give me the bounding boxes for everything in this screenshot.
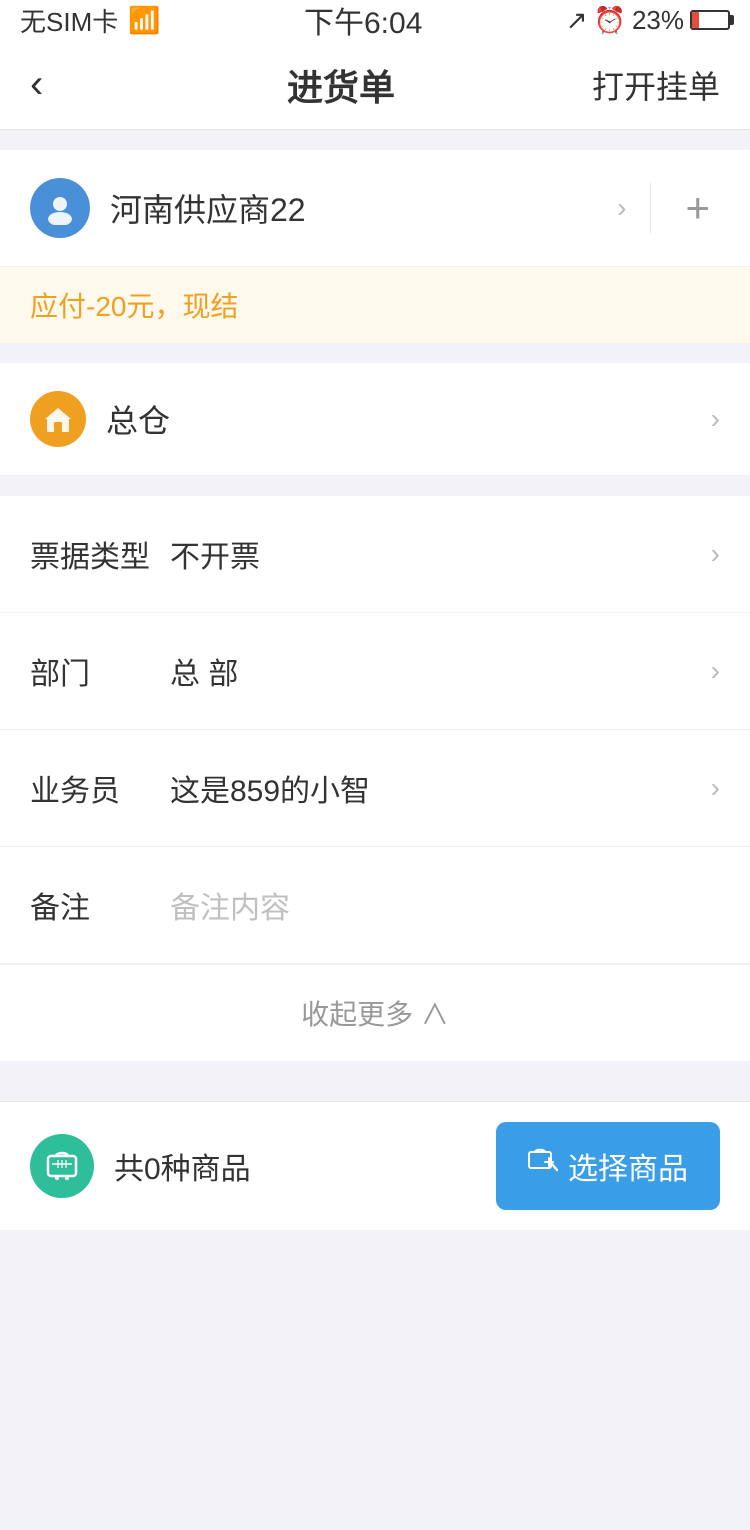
warehouse-row[interactable]: 总仓 ›: [0, 363, 750, 476]
add-supplier-button[interactable]: +: [675, 184, 720, 232]
department-row[interactable]: 部门 总 部 ›: [0, 613, 750, 730]
nav-bar: ‹ 进货单 打开挂单: [0, 40, 750, 130]
warehouse-label: 总仓: [106, 396, 711, 442]
supplier-card: 河南供应商22 › + 应付-20元，现结: [0, 150, 750, 343]
select-product-button[interactable]: 选择商品: [496, 1122, 720, 1210]
carrier-label: 无SIM卡: [20, 2, 118, 39]
wifi-icon: 📶: [128, 5, 160, 36]
notice-text: 应付-20元，现结: [30, 291, 238, 322]
supplier-name: 河南供应商22: [110, 185, 617, 231]
invoice-type-row[interactable]: 票据类型 不开票 ›: [0, 496, 750, 613]
invoice-type-value: 不开票: [170, 532, 701, 576]
bottom-bar: 共0种商品 选择商品: [0, 1101, 750, 1230]
remark-value: 备注内容: [170, 883, 720, 927]
select-product-label: 选择商品: [568, 1144, 688, 1188]
status-left: 无SIM卡 📶: [20, 2, 161, 39]
background-fill: [0, 1230, 750, 1530]
battery-label: 23%: [632, 5, 684, 36]
warehouse-chevron-icon: ›: [711, 403, 720, 435]
salesperson-row[interactable]: 业务员 这是859的小智 ›: [0, 730, 750, 847]
cart-icon: [30, 1134, 94, 1198]
alarm-icon: ⏰: [594, 5, 626, 36]
collapse-button[interactable]: 收起更多 ∧: [0, 964, 750, 1061]
section-gap-2: [0, 343, 750, 363]
warehouse-icon: [30, 391, 86, 447]
time-label: 下午6:04: [304, 0, 422, 42]
notice-bar: 应付-20元，现结: [0, 267, 750, 343]
avatar: [30, 178, 90, 238]
invoice-type-chevron-icon: ›: [711, 538, 720, 570]
open-pending-button[interactable]: 打开挂单: [592, 62, 720, 108]
salesperson-value: 这是859的小智: [170, 766, 701, 810]
warehouse-card: 总仓 ›: [0, 363, 750, 476]
chevron-right-icon: ›: [617, 192, 626, 224]
invoice-type-key: 票据类型: [30, 532, 170, 576]
status-right: ↗ ⏰ 23%: [566, 5, 730, 36]
form-card: 票据类型 不开票 › 部门 总 部 › 业务员 这是859的小智 › 备注 备注…: [0, 496, 750, 1061]
page-title: 进货单: [287, 59, 395, 111]
status-bar: 无SIM卡 📶 下午6:04 ↗ ⏰ 23%: [0, 0, 750, 40]
supplier-row[interactable]: 河南供应商22 › +: [0, 150, 750, 267]
select-product-icon: [528, 1148, 558, 1184]
divider: [650, 183, 651, 233]
item-count-label: 共0种商品: [114, 1144, 496, 1188]
section-gap-3: [0, 476, 750, 496]
department-key: 部门: [30, 649, 170, 693]
location-icon: ↗: [566, 5, 588, 36]
section-gap-1: [0, 130, 750, 150]
salesperson-key: 业务员: [30, 766, 170, 810]
remark-row[interactable]: 备注 备注内容: [0, 847, 750, 964]
section-gap-4: [0, 1061, 750, 1081]
remark-key: 备注: [30, 883, 170, 927]
department-value: 总 部: [170, 649, 701, 693]
salesperson-chevron-icon: ›: [711, 772, 720, 804]
collapse-label: 收起更多 ∧: [301, 999, 449, 1030]
battery-icon: [690, 10, 730, 30]
department-chevron-icon: ›: [711, 655, 720, 687]
back-button[interactable]: ‹: [30, 62, 90, 107]
